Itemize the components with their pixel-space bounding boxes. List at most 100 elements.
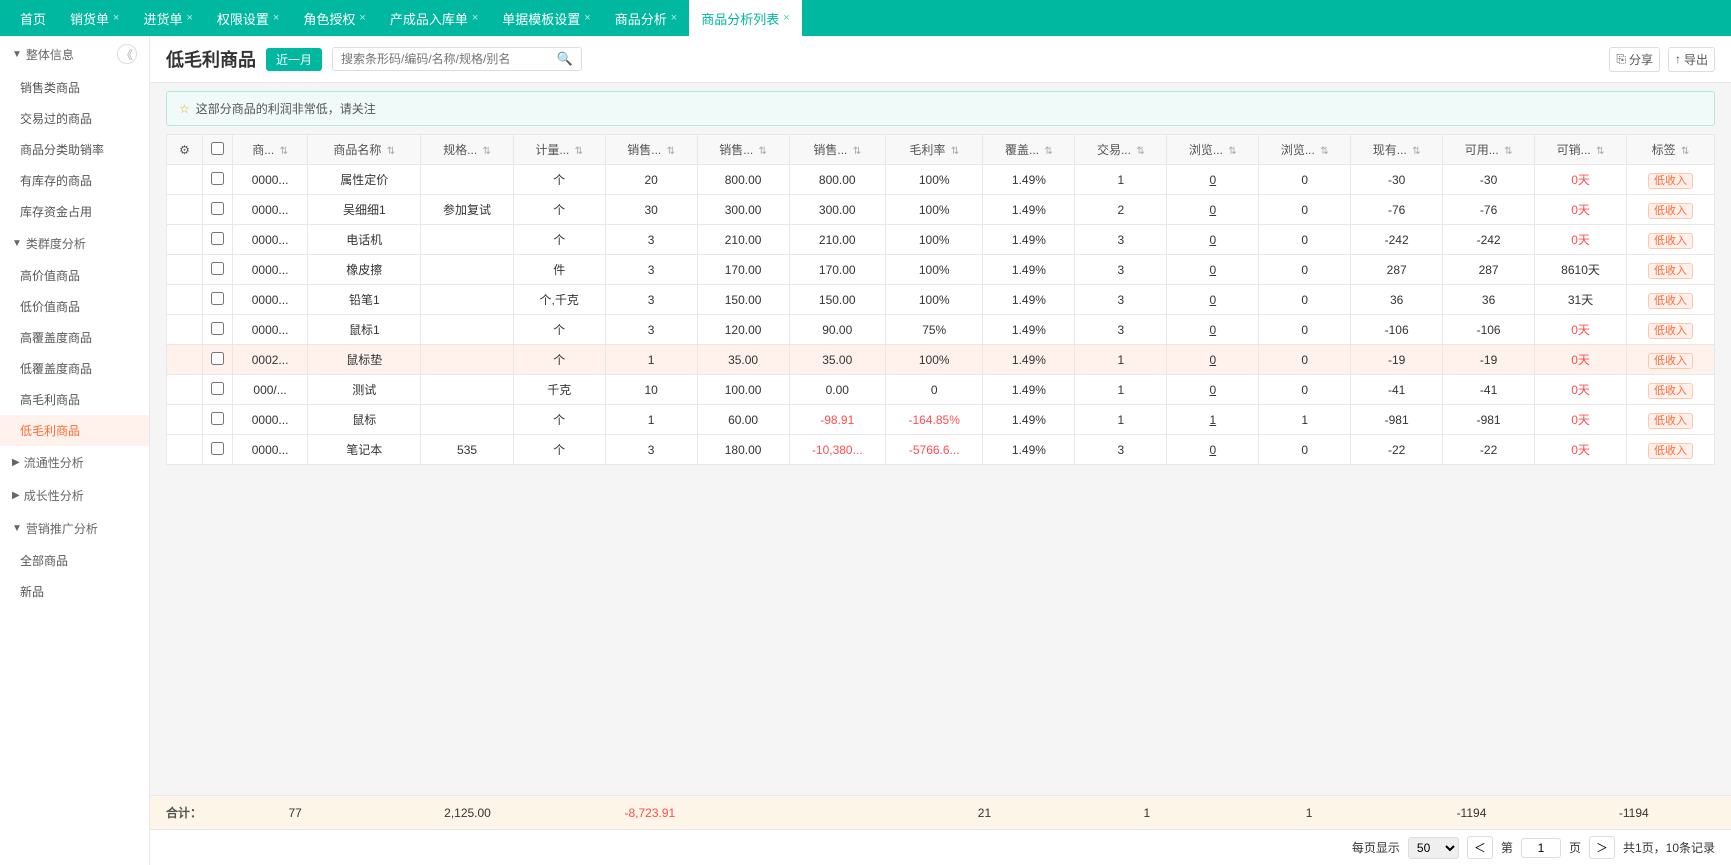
- sidebar-item-low-coverage[interactable]: 低覆盖度商品: [0, 353, 149, 384]
- col-unit[interactable]: 计量... ⇅: [513, 135, 605, 165]
- collapse-btn[interactable]: 《: [117, 44, 137, 64]
- nav-roles[interactable]: 角色授权 ×: [291, 0, 377, 36]
- col-name[interactable]: 商品名称 ⇅: [308, 135, 421, 165]
- col-gross-margin[interactable]: 毛利率 ⇅: [885, 135, 982, 165]
- sidebar-group-growth[interactable]: ▶ 成长性分析: [0, 479, 149, 512]
- sidebar-group-circulation[interactable]: ▶ 流通性分析: [0, 446, 149, 479]
- sidebar-item-low-margin[interactable]: 低毛利商品: [0, 415, 149, 446]
- next-page-button[interactable]: ＞: [1589, 836, 1615, 859]
- cell-checkbox[interactable]: [202, 225, 232, 255]
- nav-analysis[interactable]: 商品分析 ×: [603, 0, 689, 36]
- close-icon[interactable]: ×: [186, 12, 192, 24]
- col-settings[interactable]: ⚙: [167, 135, 203, 165]
- cell-view1[interactable]: 0: [1167, 345, 1259, 375]
- select-all-checkbox[interactable]: [211, 142, 224, 155]
- close-icon[interactable]: ×: [359, 12, 365, 24]
- cell-view1[interactable]: 0: [1167, 255, 1259, 285]
- sidebar-group-cluster[interactable]: ▼ 类群度分析: [0, 227, 149, 260]
- row-checkbox[interactable]: [211, 262, 224, 275]
- row-checkbox[interactable]: [211, 172, 224, 185]
- share-button[interactable]: ⎘ 分享: [1609, 47, 1660, 72]
- page-title: 低毛利商品: [166, 46, 256, 72]
- row-checkbox[interactable]: [211, 322, 224, 335]
- nav-templates[interactable]: 单据模板设置 ×: [490, 0, 602, 36]
- page-input[interactable]: [1521, 838, 1561, 858]
- row-checkbox[interactable]: [211, 202, 224, 215]
- sidebar-item-high-coverage[interactable]: 高覆盖度商品: [0, 322, 149, 353]
- close-icon[interactable]: ×: [584, 12, 590, 24]
- col-available[interactable]: 可用... ⇅: [1443, 135, 1535, 165]
- col-current-stock[interactable]: 现有... ⇅: [1351, 135, 1443, 165]
- col-saleable[interactable]: 可销... ⇅: [1535, 135, 1627, 165]
- cell-view1[interactable]: 0: [1167, 435, 1259, 465]
- cell-view1[interactable]: 0: [1167, 195, 1259, 225]
- row-checkbox[interactable]: [211, 382, 224, 395]
- col-sales-amount[interactable]: 销售... ⇅: [697, 135, 789, 165]
- nav-permissions[interactable]: 权限设置 ×: [205, 0, 291, 36]
- close-icon[interactable]: ×: [472, 12, 478, 24]
- col-sales-qty[interactable]: 销售... ⇅: [605, 135, 697, 165]
- nav-analysis-list[interactable]: 商品分析列表 ×: [689, 0, 801, 36]
- sidebar-item-traded-goods[interactable]: 交易过的商品: [0, 103, 149, 134]
- col-view1[interactable]: 浏览... ⇅: [1167, 135, 1259, 165]
- cell-view1[interactable]: 0: [1167, 225, 1259, 255]
- cell-checkbox[interactable]: [202, 375, 232, 405]
- col-trans[interactable]: 交易... ⇅: [1075, 135, 1167, 165]
- table-header-row: ⚙ 商... ⇅ 商品名称 ⇅ 规格... ⇅ 计量... ⇅ 销售... ⇅ …: [167, 135, 1715, 165]
- col-coverage[interactable]: 覆盖... ⇅: [983, 135, 1075, 165]
- filter-button[interactable]: 近一月: [266, 48, 322, 71]
- cell-sales-profit: 170.00: [789, 255, 885, 285]
- cell-checkbox[interactable]: [202, 435, 232, 465]
- page-size-select[interactable]: 50 20 100: [1408, 837, 1459, 859]
- sidebar-item-low-value[interactable]: 低价值商品: [0, 291, 149, 322]
- cell-checkbox[interactable]: [202, 345, 232, 375]
- row-checkbox[interactable]: [211, 352, 224, 365]
- sidebar-item-high-value[interactable]: 高价值商品: [0, 260, 149, 291]
- cell-view1[interactable]: 0: [1167, 315, 1259, 345]
- cell-view1[interactable]: 0: [1167, 285, 1259, 315]
- nav-purchase[interactable]: 进货单 ×: [131, 0, 204, 36]
- prev-page-button[interactable]: ＜: [1467, 836, 1493, 859]
- col-tag[interactable]: 标签 ⇅: [1627, 135, 1715, 165]
- cell-view1[interactable]: 1: [1167, 405, 1259, 435]
- close-icon[interactable]: ×: [671, 12, 677, 24]
- close-icon[interactable]: ×: [113, 12, 119, 24]
- export-button[interactable]: ↑ 导出: [1668, 47, 1715, 72]
- cell-sales-amount: 60.00: [697, 405, 789, 435]
- sidebar-item-all-goods[interactable]: 全部商品: [0, 545, 149, 576]
- sidebar-group-marketing[interactable]: ▼ 营销推广分析: [0, 512, 149, 545]
- col-spec[interactable]: 规格... ⇅: [421, 135, 513, 165]
- cell-checkbox[interactable]: [202, 285, 232, 315]
- close-icon[interactable]: ×: [273, 12, 279, 24]
- search-input[interactable]: [341, 52, 557, 66]
- cell-checkbox[interactable]: [202, 165, 232, 195]
- sidebar-item-new-goods[interactable]: 新品: [0, 576, 149, 607]
- cell-checkbox[interactable]: [202, 315, 232, 345]
- search-icon[interactable]: 🔍: [557, 51, 573, 67]
- cell-checkbox[interactable]: [202, 405, 232, 435]
- footer-sales-amount: 2,125.00: [428, 806, 508, 820]
- sidebar-item-sales-goods[interactable]: 销售类商品: [0, 72, 149, 103]
- cell-view1[interactable]: 0: [1167, 375, 1259, 405]
- cell-checkbox[interactable]: [202, 195, 232, 225]
- sidebar-item-stock-funds[interactable]: 库存资金占用: [0, 196, 149, 227]
- sidebar-group-overall[interactable]: ▼ 整体信息 《: [0, 36, 149, 72]
- nav-sales[interactable]: 销货单 ×: [58, 0, 131, 36]
- col-sales-profit[interactable]: 销售... ⇅: [789, 135, 885, 165]
- row-checkbox[interactable]: [211, 442, 224, 455]
- sidebar-item-high-margin[interactable]: 高毛利商品: [0, 384, 149, 415]
- cell-checkbox[interactable]: [202, 255, 232, 285]
- sidebar-item-instock-goods[interactable]: 有库存的商品: [0, 165, 149, 196]
- nav-home[interactable]: 首页: [8, 0, 58, 36]
- close-icon[interactable]: ×: [783, 12, 789, 24]
- sidebar-item-category-rate[interactable]: 商品分类助销率: [0, 134, 149, 165]
- row-checkbox[interactable]: [211, 412, 224, 425]
- cell-view1[interactable]: 0: [1167, 165, 1259, 195]
- row-checkbox[interactable]: [211, 292, 224, 305]
- col-code[interactable]: 商... ⇅: [232, 135, 307, 165]
- cell-sales-profit: 35.00: [789, 345, 885, 375]
- row-checkbox[interactable]: [211, 232, 224, 245]
- col-view2[interactable]: 浏览... ⇅: [1259, 135, 1351, 165]
- nav-products[interactable]: 产成品入库单 ×: [378, 0, 490, 36]
- cell-sales-amount: 180.00: [697, 435, 789, 465]
